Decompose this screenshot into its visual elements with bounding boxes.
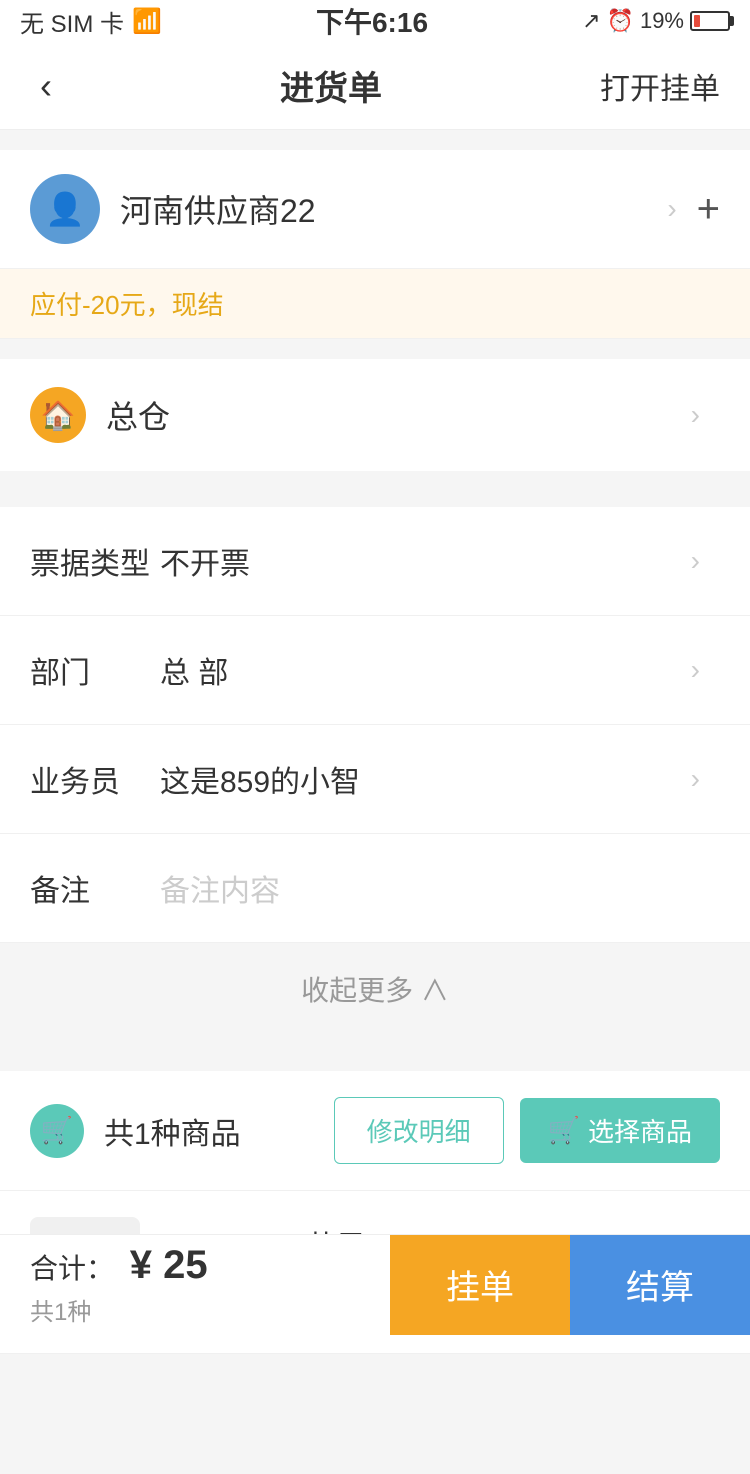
bottom-bar: 合计： ¥ 25 共1种 挂单 结算 bbox=[0, 1234, 750, 1334]
warehouse-section: 🏠 总仓 › bbox=[0, 359, 750, 471]
avatar-icon: 👤 bbox=[45, 190, 85, 228]
section-gap-3 bbox=[0, 471, 750, 491]
products-count: 共1种商品 bbox=[104, 1109, 334, 1153]
home-icon: 🏠 bbox=[41, 399, 76, 432]
form-section: 票据类型 不开票 › 部门 总 部 › 业务员 这是859的小智 › 备注 备注… bbox=[0, 507, 750, 943]
battery-percentage: 19% bbox=[640, 8, 684, 34]
collapse-label: 收起更多 ∧ bbox=[301, 969, 449, 1009]
salesperson-label: 业务员 bbox=[30, 757, 160, 801]
products-icon: 🛒 bbox=[30, 1104, 84, 1158]
department-label: 部门 bbox=[30, 648, 160, 692]
remark-input[interactable]: 备注内容 bbox=[160, 866, 720, 910]
form-row-invoice[interactable]: 票据类型 不开票 › bbox=[0, 507, 750, 616]
total-amount: ¥ 25 bbox=[130, 1243, 208, 1287]
status-left: 无 SIM 卡 📶 bbox=[20, 4, 162, 39]
select-cart-icon: 🛒 bbox=[548, 1115, 580, 1146]
chevron-right-sales-icon: › bbox=[691, 763, 700, 795]
nav-bar: ‹ 进货单 打开挂单 bbox=[0, 42, 750, 130]
supplier-avatar: 👤 bbox=[30, 174, 100, 244]
supplier-row[interactable]: 👤 河南供应商22 › + bbox=[0, 150, 750, 269]
form-row-remark[interactable]: 备注 备注内容 bbox=[0, 834, 750, 943]
info-banner: 应付-20元，现结 bbox=[0, 269, 750, 339]
department-value: 总 部 bbox=[160, 648, 691, 692]
add-icon[interactable]: + bbox=[697, 187, 720, 232]
bottom-spacer bbox=[0, 1354, 750, 1474]
select-product-label: 选择商品 bbox=[588, 1112, 692, 1149]
supplier-section: 👤 河南供应商22 › + 应付-20元，现结 bbox=[0, 150, 750, 339]
cart-icon: 🛒 bbox=[41, 1115, 73, 1146]
collapse-row[interactable]: 收起更多 ∧ bbox=[0, 943, 750, 1035]
checkout-button[interactable]: 结算 bbox=[570, 1235, 750, 1335]
warehouse-row[interactable]: 🏠 总仓 › bbox=[0, 359, 750, 471]
battery-fill bbox=[694, 15, 700, 27]
form-row-department[interactable]: 部门 总 部 › bbox=[0, 616, 750, 725]
chevron-right-dept-icon: › bbox=[691, 654, 700, 686]
total-label: 合计： bbox=[30, 1253, 114, 1284]
pending-button[interactable]: 挂单 bbox=[390, 1235, 570, 1335]
section-gap-2 bbox=[0, 339, 750, 359]
carrier-label: 无 SIM 卡 bbox=[20, 4, 124, 39]
supplier-name: 河南供应商22 bbox=[120, 186, 667, 232]
chevron-right-icon: › bbox=[667, 193, 676, 225]
wifi-icon: 📶 bbox=[132, 7, 162, 36]
invoice-label: 票据类型 bbox=[30, 539, 160, 583]
status-time: 下午6:16 bbox=[316, 1, 428, 41]
back-button[interactable]: ‹ bbox=[30, 55, 62, 117]
open-pending-button[interactable]: 打开挂单 bbox=[600, 64, 720, 108]
chevron-right-warehouse-icon: › bbox=[691, 399, 700, 431]
page-title: 进货单 bbox=[280, 61, 382, 110]
warehouse-icon: 🏠 bbox=[30, 387, 86, 443]
alarm-icon: ⏰ bbox=[607, 8, 634, 34]
total-section: 合计： ¥ 25 共1种 bbox=[0, 1243, 390, 1327]
salesperson-value: 这是859的小智 bbox=[160, 757, 691, 801]
form-row-salesperson[interactable]: 业务员 这是859的小智 › bbox=[0, 725, 750, 834]
section-gap-4 bbox=[0, 1035, 750, 1055]
section-gap-1 bbox=[0, 130, 750, 150]
status-right: ↗ ⏰ 19% bbox=[582, 8, 730, 34]
total-sub: 共1种 bbox=[30, 1292, 360, 1327]
location-icon: ↗ bbox=[582, 8, 600, 34]
warehouse-name: 总仓 bbox=[106, 392, 691, 438]
status-bar: 无 SIM 卡 📶 下午6:16 ↗ ⏰ 19% bbox=[0, 0, 750, 42]
invoice-value: 不开票 bbox=[160, 539, 691, 583]
total-row: 合计： ¥ 25 bbox=[30, 1243, 360, 1288]
battery-icon bbox=[690, 11, 730, 31]
modify-detail-button[interactable]: 修改明细 bbox=[334, 1097, 504, 1164]
products-header: 🛒 共1种商品 修改明细 🛒 选择商品 bbox=[0, 1071, 750, 1191]
select-product-button[interactable]: 🛒 选择商品 bbox=[520, 1098, 720, 1163]
remark-label: 备注 bbox=[30, 866, 160, 910]
chevron-right-invoice-icon: › bbox=[691, 545, 700, 577]
